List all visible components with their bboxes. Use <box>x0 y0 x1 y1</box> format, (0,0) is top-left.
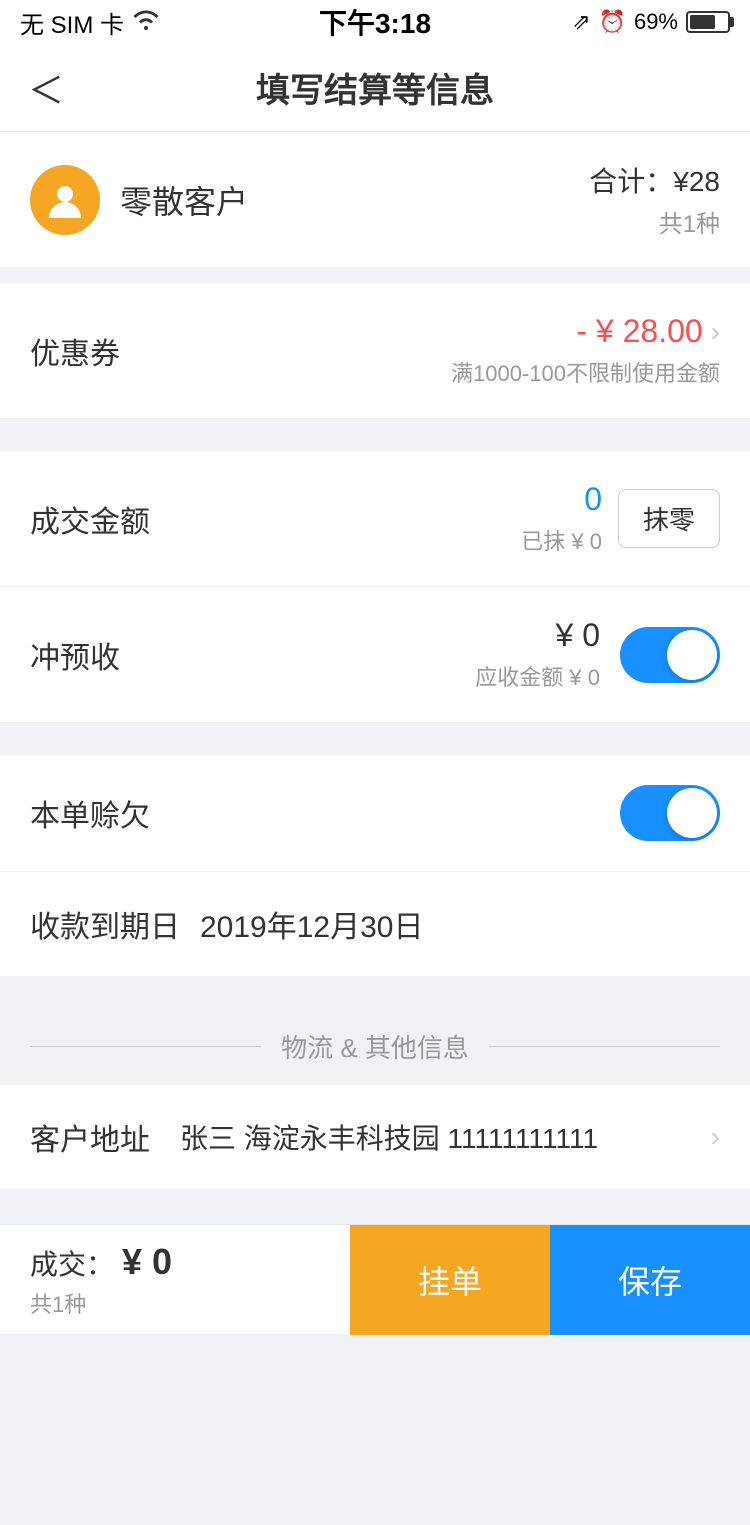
bendan-section: 本单赊欠 收款到期日 2019年12月30日 <box>0 755 750 976</box>
transaction-amount-row: 成交金额 0 已抹 ¥ 0 抹零 <box>0 451 750 587</box>
transaction-right: 0 已抹 ¥ 0 抹零 <box>150 481 720 556</box>
alarm-icon: ⏰ <box>599 9 626 35</box>
customer-name: 零散客户 <box>120 177 248 223</box>
hold-button[interactable]: 挂单 <box>350 1225 550 1335</box>
coupon-label: 优惠券 <box>30 329 150 373</box>
separator-2 <box>0 739 750 755</box>
customer-total: 合计：¥28 共1种 <box>589 160 720 239</box>
transaction-value: 0 <box>521 481 602 518</box>
address-label: 客户地址 <box>30 1115 150 1159</box>
due-date-label: 收款到期日 <box>30 902 180 946</box>
chong-right-wrap: ¥ 0 应收金额 ¥ 0 <box>475 617 720 692</box>
logistics-label: 物流 & 其他信息 <box>281 1028 469 1065</box>
chong-right: ¥ 0 应收金额 ¥ 0 <box>475 617 600 692</box>
bendan-row: 本单赊欠 <box>0 755 750 872</box>
bendan-toggle-wrap <box>620 785 720 841</box>
bendan-label: 本单赊欠 <box>30 791 150 835</box>
separator-3 <box>0 992 750 1008</box>
bendan-toggle-knob <box>667 788 717 838</box>
bottom-transaction-label: 成交： <box>30 1243 114 1283</box>
divider-line-right <box>489 1046 720 1047</box>
save-button[interactable]: 保存 <box>550 1225 750 1335</box>
coupon-desc: 满1000-100不限制使用金额 <box>451 356 720 388</box>
customer-left: 零散客户 <box>30 165 248 235</box>
round-zero-button[interactable]: 抹零 <box>618 489 720 548</box>
address-section: 客户地址 张三 海淀永丰科技园 11111111111 › <box>0 1085 750 1189</box>
status-left: 无 SIM 卡 <box>20 5 160 40</box>
wifi-icon <box>132 8 160 37</box>
bendan-toggle[interactable] <box>620 785 720 841</box>
bottom-transaction-amount: ¥ 0 <box>122 1241 172 1283</box>
transaction-section: 成交金额 0 已抹 ¥ 0 抹零 冲预收 ¥ 0 应收金额 ¥ 0 <box>0 451 750 723</box>
address-chevron-icon: › <box>711 1121 720 1153</box>
separator-1 <box>0 435 750 451</box>
nav-bar: ＜ 填写结算等信息 <box>0 44 750 132</box>
bottom-left: 成交： ¥ 0 共1种 <box>0 1241 350 1319</box>
already-erased: 已抹 ¥ 0 <box>521 524 602 556</box>
coupon-right: - ¥ 28.00 › 满1000-100不限制使用金额 <box>451 313 720 388</box>
total-amount: 合计：¥28 <box>589 160 720 200</box>
status-time: 下午3:18 <box>319 2 431 42</box>
chong-receivable: 应收金额 ¥ 0 <box>475 660 600 692</box>
address-row[interactable]: 客户地址 张三 海淀永丰科技园 11111111111 › <box>0 1085 750 1189</box>
coupon-value: - ¥ 28.00 <box>576 313 702 350</box>
coupon-section: 优惠券 - ¥ 28.00 › 满1000-100不限制使用金额 <box>0 283 750 419</box>
transaction-value-wrap: 0 已抹 ¥ 0 <box>521 481 602 556</box>
avatar <box>30 165 100 235</box>
status-right: ⇗ ⏰ 69% <box>572 9 730 35</box>
chong-label: 冲预收 <box>30 633 150 677</box>
bottom-count: 共1种 <box>30 1287 350 1319</box>
battery-percent: 69% <box>634 9 678 35</box>
customer-section: 零散客户 合计：¥28 共1种 <box>0 132 750 267</box>
coupon-chevron-icon: › <box>711 316 720 348</box>
logistics-divider: 物流 & 其他信息 <box>0 1008 750 1085</box>
divider-line-left <box>30 1046 261 1047</box>
carrier-text: 无 SIM 卡 <box>20 5 124 40</box>
back-button[interactable]: ＜ <box>28 62 64 114</box>
status-bar: 无 SIM 卡 下午3:18 ⇗ ⏰ 69% <box>0 0 750 44</box>
address-value: 张三 海淀永丰科技园 11111111111 <box>180 1117 681 1157</box>
due-date-row: 收款到期日 2019年12月30日 <box>0 872 750 976</box>
page-title: 填写结算等信息 <box>256 63 494 112</box>
chong-yushou-row: 冲预收 ¥ 0 应收金额 ¥ 0 <box>0 587 750 723</box>
chong-toggle[interactable] <box>620 627 720 683</box>
transaction-label: 成交金额 <box>30 497 150 541</box>
toggle-knob <box>667 630 717 680</box>
chong-amount: ¥ 0 <box>556 617 600 654</box>
total-count: 共1种 <box>589 204 720 239</box>
bottom-bar: 成交： ¥ 0 共1种 挂单 保存 <box>0 1224 750 1334</box>
customer-row: 零散客户 合计：¥28 共1种 <box>0 132 750 267</box>
due-date-value: 2019年12月30日 <box>200 902 423 946</box>
coupon-row[interactable]: 优惠券 - ¥ 28.00 › 满1000-100不限制使用金额 <box>0 283 750 419</box>
battery-icon <box>686 11 730 33</box>
location-icon: ⇗ <box>572 9 590 35</box>
bottom-transaction-wrap: 成交： ¥ 0 <box>30 1241 350 1283</box>
